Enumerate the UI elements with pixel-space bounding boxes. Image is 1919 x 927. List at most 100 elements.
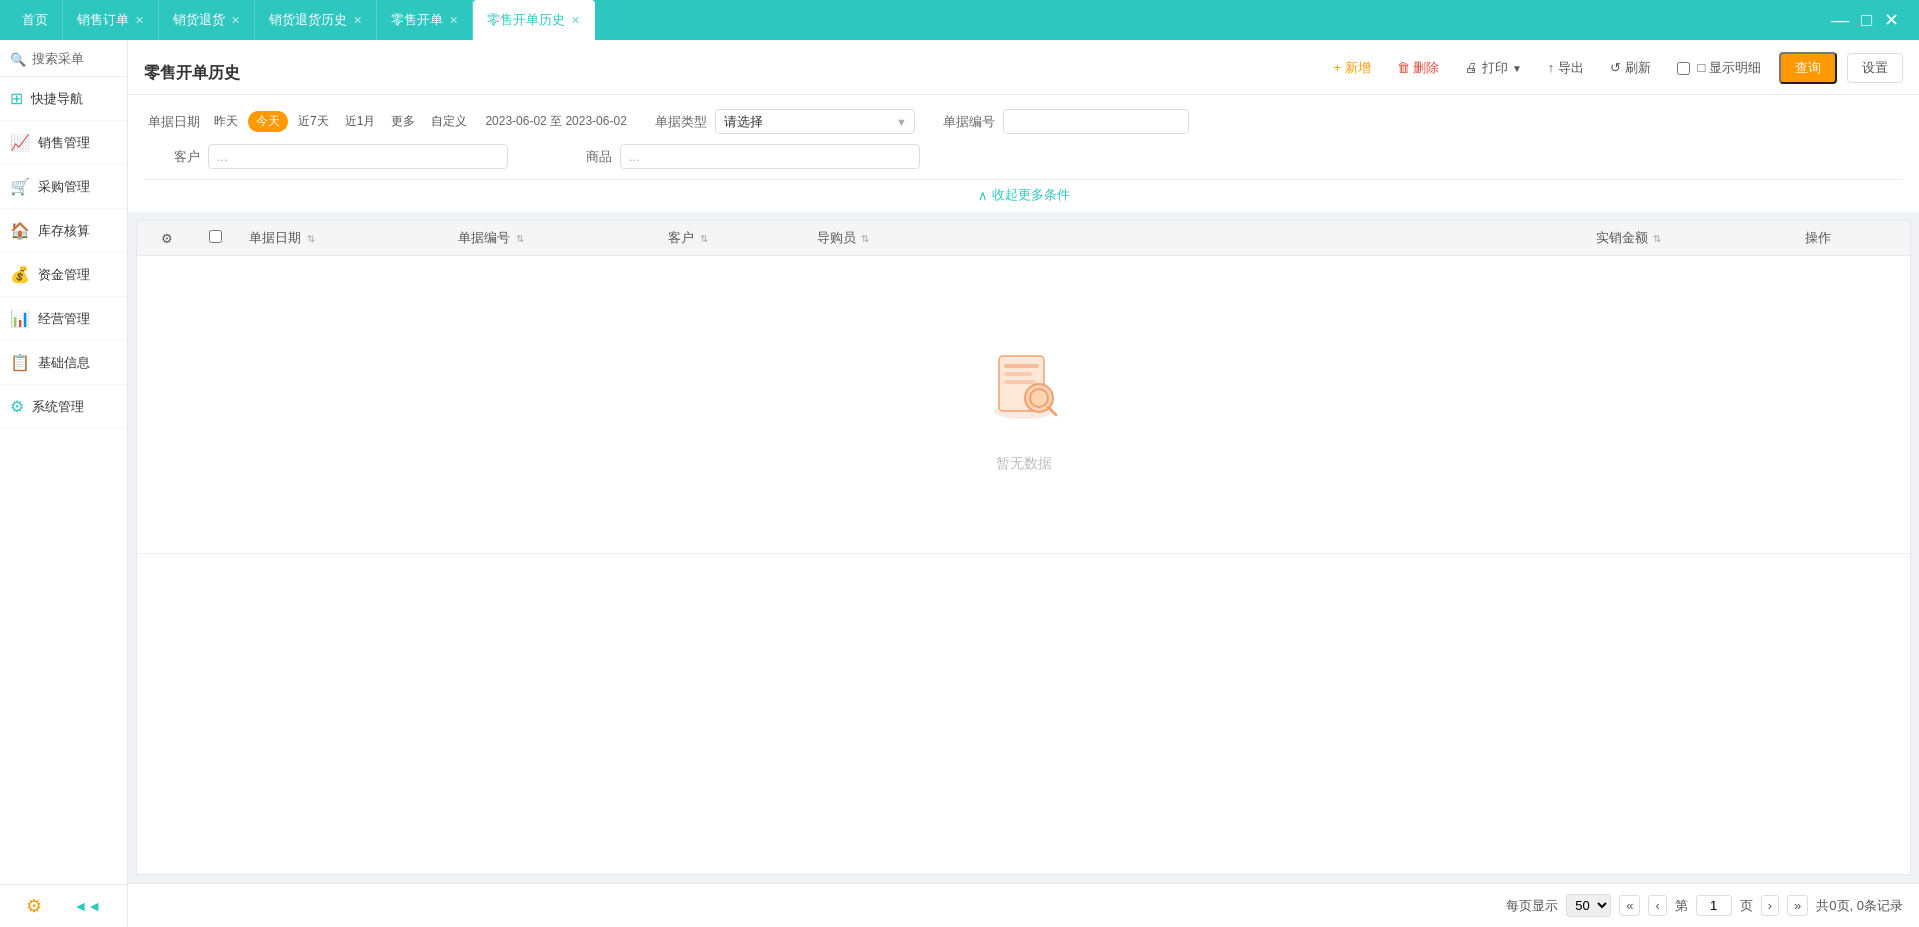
date-range-display: 2023-06-02 至 2023-06-02: [485, 113, 626, 130]
filter-area: 单据日期 昨天 今天 近7天 近1月 更多 自定义 2023-06-02 至 2…: [128, 95, 1919, 212]
search-label: 搜索采单: [32, 50, 84, 68]
empty-illustration: [974, 336, 1074, 439]
sidebar-item-label: 快捷导航: [31, 90, 83, 108]
customer-input[interactable]: ...: [208, 144, 508, 169]
first-page-button[interactable]: «: [1619, 895, 1640, 916]
maximize-button[interactable]: □: [1861, 10, 1872, 31]
sidebar-item-operations[interactable]: 📊 经营管理: [0, 297, 127, 341]
empty-state: 暂无数据: [137, 256, 1910, 553]
tab-retail-order-history[interactable]: 零售开单历史 ✕: [473, 0, 595, 40]
sort-customer[interactable]: ⇅: [700, 233, 708, 244]
sidebar-item-finance[interactable]: 💰 资金管理: [0, 253, 127, 297]
type-select[interactable]: 请选择: [715, 109, 915, 134]
type-label: 单据类型: [651, 113, 707, 131]
date-label: 单据日期: [144, 113, 200, 131]
svg-rect-4: [1004, 380, 1036, 384]
close-tab-sales-return[interactable]: ✕: [231, 14, 240, 27]
last-page-button[interactable]: »: [1787, 895, 1808, 916]
page-label-before: 第: [1675, 897, 1688, 915]
window-controls: — □ ✕: [1831, 9, 1911, 31]
display-detail-button[interactable]: □ 显示明细: [1669, 55, 1769, 81]
sidebar-item-label: 系统管理: [32, 398, 84, 416]
page-header: 零售开单历史 + 新增 🗑 删除 🖨 打印 ▼ ↑ 导出 ↺ 刷新: [128, 40, 1919, 95]
per-page-label: 每页显示: [1506, 897, 1558, 915]
per-page-select[interactable]: 50: [1566, 894, 1611, 917]
svg-rect-2: [1004, 364, 1039, 368]
minimize-button[interactable]: —: [1831, 10, 1849, 31]
table-settings-icon[interactable]: ⚙: [149, 223, 185, 254]
date-buttons: 昨天 今天 近7天 近1月 更多 自定义: [208, 111, 473, 132]
filter-type: 单据类型 请选择 ▼: [651, 109, 915, 134]
sort-amount[interactable]: ⇅: [1653, 233, 1661, 244]
current-page-input[interactable]: [1696, 895, 1732, 916]
sidebar-item-quick-nav[interactable]: ⊞ 快捷导航: [0, 77, 127, 121]
sidebar-item-sales[interactable]: 📈 销售管理: [0, 121, 127, 165]
display-detail-checkbox[interactable]: [1677, 62, 1690, 75]
window-close-button[interactable]: ✕: [1884, 9, 1899, 31]
sidebar-item-basic-info[interactable]: 📋 基础信息: [0, 341, 127, 385]
close-tab-retail-order-history[interactable]: ✕: [571, 14, 580, 27]
filter-goods: 商品 ...: [556, 144, 920, 169]
sidebar-item-label: 销售管理: [38, 134, 90, 152]
settings-button[interactable]: 设置: [1847, 53, 1903, 83]
sidebar-item-system[interactable]: ⚙ 系统管理: [0, 385, 127, 429]
date-btn-7days[interactable]: 近7天: [292, 111, 335, 132]
customer-label: 客户: [144, 148, 200, 166]
sidebar-item-purchase[interactable]: 🛒 采购管理: [0, 165, 127, 209]
sort-guide[interactable]: ⇅: [861, 233, 869, 244]
type-select-wrap: 请选择 ▼: [715, 109, 915, 134]
tab-retail-order[interactable]: 零售开单 ✕: [377, 0, 473, 40]
data-table: ⚙ 单据日期 ⇅ 单据编号 ⇅: [137, 221, 1910, 554]
close-tab-retail-order[interactable]: ✕: [449, 14, 458, 27]
operations-icon: 📊: [10, 309, 30, 328]
date-btn-more[interactable]: 更多: [385, 111, 421, 132]
pagination-bar: 每页显示 50 « ‹ 第 页 › » 共0页, 0条记录: [128, 883, 1919, 927]
sidebar-item-label: 资金管理: [38, 266, 90, 284]
th-customer: 客户 ⇅: [656, 221, 805, 256]
goods-input[interactable]: ...: [620, 144, 920, 169]
top-nav: 首页 销售订单 ✕ 销货退货 ✕ 销货退货历史 ✕ 零售开单 ✕ 零售开单历史 …: [0, 0, 1919, 40]
svg-rect-3: [1004, 372, 1032, 376]
select-all-checkbox[interactable]: [209, 230, 222, 243]
collapse-button[interactable]: ∧ 收起更多条件: [144, 179, 1903, 204]
filter-row-2: 客户 ... 商品 ...: [144, 144, 1903, 169]
print-button[interactable]: 🖨 打印 ▼: [1457, 55, 1530, 81]
sidebar-collapse-button[interactable]: ◄◄: [73, 898, 101, 914]
query-button[interactable]: 查询: [1779, 52, 1837, 84]
sidebar: 🔍 搜索采单 ⊞ 快捷导航 📈 销售管理 🛒 采购管理 🏠 库存核算 💰 资金管…: [0, 40, 128, 927]
add-button[interactable]: + 新增: [1325, 55, 1378, 81]
sidebar-item-inventory[interactable]: 🏠 库存核算: [0, 209, 127, 253]
tab-sales-return[interactable]: 销货退货 ✕: [159, 0, 255, 40]
page-label-after: 页: [1740, 897, 1753, 915]
table-body: 暂无数据: [137, 256, 1910, 554]
tab-sales-order[interactable]: 销售订单 ✕: [63, 0, 159, 40]
purchase-icon: 🛒: [10, 177, 30, 196]
filter-date: 单据日期 昨天 今天 近7天 近1月 更多 自定义 2023-06-02 至 2…: [144, 111, 627, 132]
export-button[interactable]: ↑ 导出: [1540, 55, 1592, 81]
th-amount: 实销金额 ⇅: [1584, 221, 1793, 256]
table-wrap: ⚙ 单据日期 ⇅ 单据编号 ⇅: [136, 220, 1911, 875]
date-btn-today[interactable]: 今天: [248, 111, 288, 132]
next-page-button[interactable]: ›: [1761, 895, 1779, 916]
close-tab-sales-return-history[interactable]: ✕: [353, 14, 362, 27]
print-dropdown-icon[interactable]: ▼: [1512, 63, 1522, 74]
refresh-button[interactable]: ↺ 刷新: [1602, 55, 1659, 81]
sort-date[interactable]: ⇅: [307, 233, 315, 244]
tab-sales-return-history[interactable]: 销货退货历史 ✕: [255, 0, 377, 40]
th-date: 单据日期 ⇅: [237, 221, 446, 256]
close-tab-sales-order[interactable]: ✕: [135, 14, 144, 27]
sidebar-search[interactable]: 🔍 搜索采单: [0, 40, 127, 77]
inventory-icon: 🏠: [10, 221, 30, 240]
delete-button[interactable]: 🗑 删除: [1389, 55, 1448, 81]
date-btn-yesterday[interactable]: 昨天: [208, 111, 244, 132]
sort-order-no[interactable]: ⇅: [516, 233, 524, 244]
date-btn-custom[interactable]: 自定义: [425, 111, 473, 132]
order-no-input[interactable]: [1003, 109, 1189, 134]
th-order-no: 单据编号 ⇅: [446, 221, 655, 256]
collapse-arrow-icon: ∧: [978, 188, 988, 203]
prev-page-button[interactable]: ‹: [1648, 895, 1666, 916]
tab-home[interactable]: 首页: [8, 0, 63, 40]
sidebar-settings-button[interactable]: ⚙: [26, 895, 42, 917]
date-btn-1month[interactable]: 近1月: [339, 111, 382, 132]
finance-icon: 💰: [10, 265, 30, 284]
